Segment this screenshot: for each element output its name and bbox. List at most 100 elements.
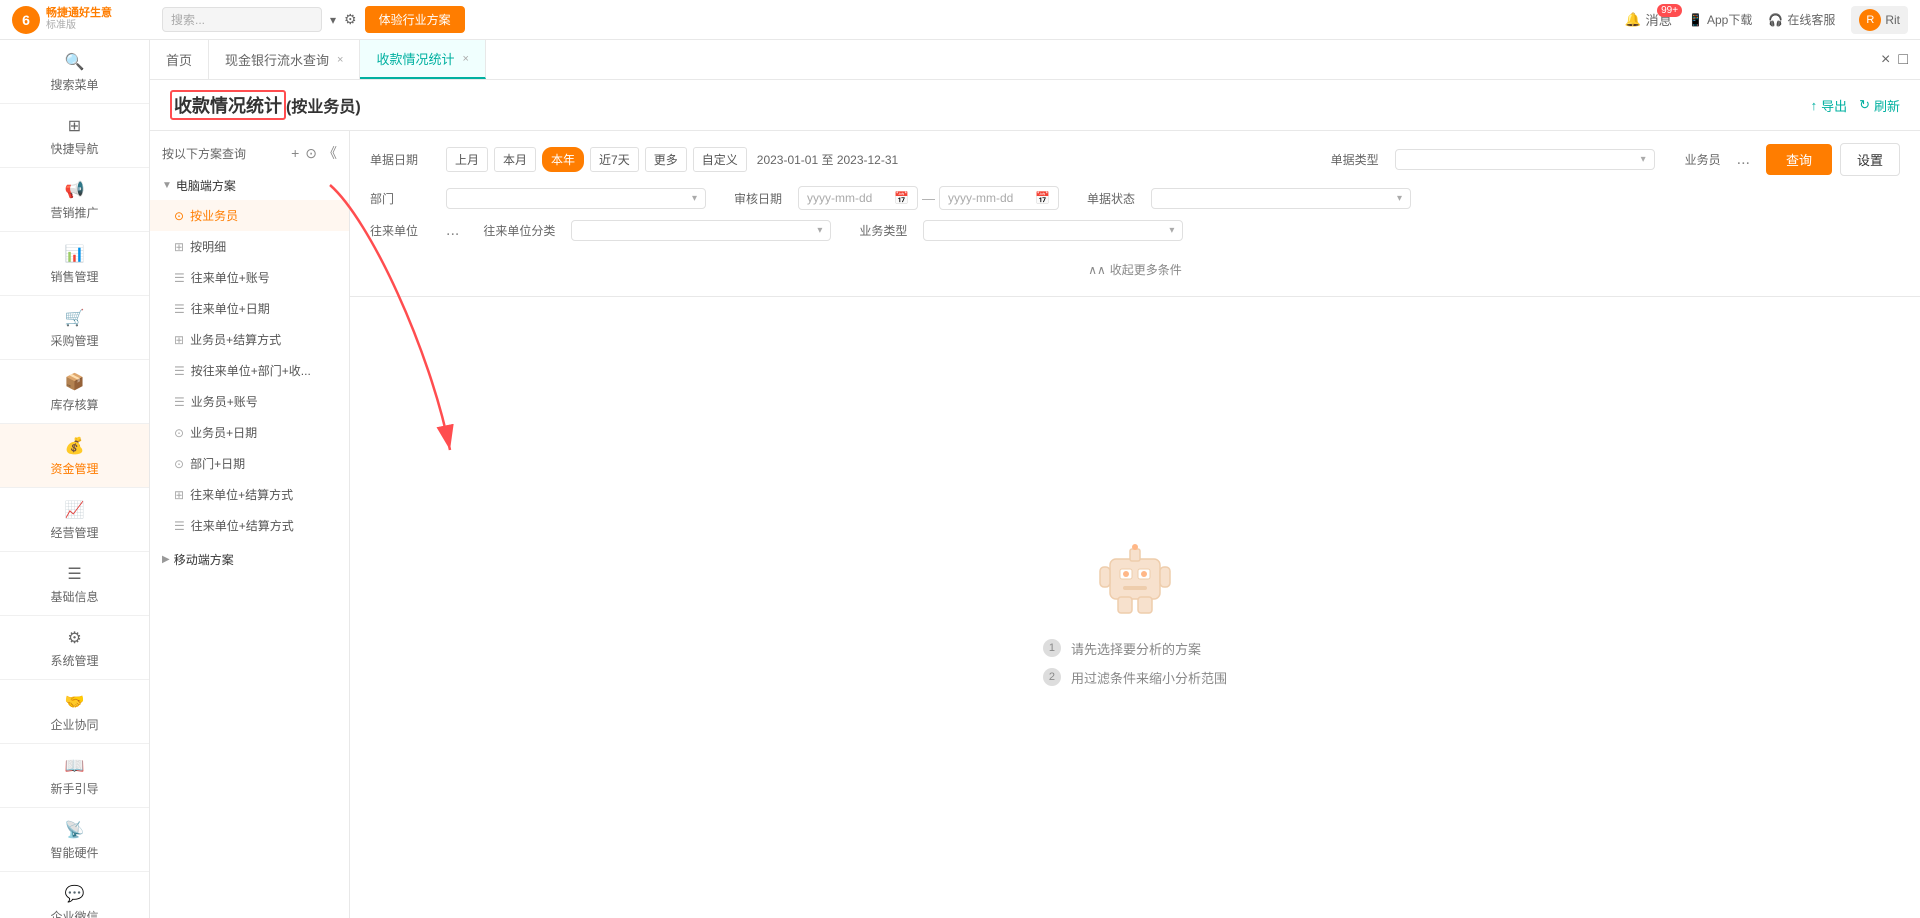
sidebar-item-sales[interactable]: 📊 销售管理 xyxy=(0,232,149,296)
trial-btn[interactable]: 体验行业方案 xyxy=(365,6,465,33)
tree-child-salesperson-date[interactable]: ⊙ 业务员+日期 xyxy=(150,417,349,448)
sidebar-item-business[interactable]: 📈 经营管理 xyxy=(0,488,149,552)
basic-info-icon: ☰ xyxy=(67,564,81,584)
tree-child-dept-date[interactable]: ⊙ 部门+日期 xyxy=(150,448,349,479)
sidebar-item-search-menu[interactable]: 🔍 搜索菜单 xyxy=(0,40,149,104)
tab-cashflow[interactable]: 现金银行流水查询 × xyxy=(209,40,360,79)
tab-cashflow-close[interactable]: × xyxy=(337,54,343,66)
date-btn-custom[interactable]: 自定义 xyxy=(693,147,747,172)
tree-parent-mobile[interactable]: ▶ 移动端方案 xyxy=(150,545,349,574)
content-area: 首页 现金银行流水查询 × 收款情况统计 × × □ 收款情况统计 (按业务员) xyxy=(150,40,1920,918)
bill-type-arrow: ▾ xyxy=(1641,154,1646,165)
dept-arrow: ▾ xyxy=(692,193,697,204)
app-download-btn[interactable]: 📱 App下载 xyxy=(1688,11,1752,28)
sidebar-item-inventory[interactable]: 📦 库存核算 xyxy=(0,360,149,424)
system-icon: ⚙ xyxy=(67,628,81,648)
date-btn-more[interactable]: 更多 xyxy=(645,147,687,172)
sidebar-item-newbie[interactable]: 📖 新手引导 xyxy=(0,744,149,808)
audit-date-start[interactable]: yyyy-mm-dd 📅 xyxy=(798,186,918,210)
audit-date-end[interactable]: yyyy-mm-dd 📅 xyxy=(939,186,1059,210)
tab-right-actions: × □ xyxy=(1869,51,1920,69)
tab-receipts[interactable]: 收款情况统计 × xyxy=(360,40,485,79)
filter-row-3: 往来单位 ... 往来单位分类 ▾ 业务类型 ▾ xyxy=(370,220,1900,241)
tab-win-max-btn[interactable]: □ xyxy=(1898,51,1908,69)
by-detail-label: 按明细 xyxy=(190,238,226,255)
tree-arrow-desktop: ▼ xyxy=(162,180,172,191)
sidebar-item-label-business: 经营管理 xyxy=(50,524,98,541)
tab-receipts-close[interactable]: × xyxy=(462,53,468,65)
salesperson-ellipsis-btn[interactable]: ... xyxy=(1737,151,1750,169)
salesperson-account-label: 业务员+账号 xyxy=(191,393,258,410)
sidebar-item-smart-hw[interactable]: 📡 智能硬件 xyxy=(0,808,149,872)
tree-child-by-salesperson[interactable]: ⊙ 按业务员 xyxy=(150,200,349,231)
tree-parent-desktop[interactable]: ▼ 电脑端方案 xyxy=(150,171,349,200)
sales-icon: 📊 xyxy=(65,244,85,264)
refresh-btn[interactable]: ↻ 刷新 xyxy=(1859,96,1900,115)
sidebar-item-finance[interactable]: 💰 资金管理 xyxy=(0,424,149,488)
business-type-select[interactable]: ▾ xyxy=(923,220,1183,241)
partner-category-select[interactable]: ▾ xyxy=(571,220,831,241)
dept-date-icon: ⊙ xyxy=(174,457,184,471)
app-logo: 6 xyxy=(12,6,40,34)
panel-collapse-btn[interactable]: 《 xyxy=(323,143,337,163)
export-icon: ↑ xyxy=(1811,98,1818,113)
audit-date-group: yyyy-mm-dd 📅 — yyyy-mm-dd 📅 xyxy=(798,186,1059,210)
sidebar-item-purchase[interactable]: 🛒 采购管理 xyxy=(0,296,149,360)
unit-date-label: 往来单位+日期 xyxy=(191,300,270,317)
tab-bar: 首页 现金银行流水查询 × 收款情况统计 × × □ xyxy=(150,40,1920,80)
sidebar-item-basic-info[interactable]: ☰ 基础信息 xyxy=(0,552,149,616)
tree-child-salesperson-settle[interactable]: ⊞ 业务员+结算方式 xyxy=(150,324,349,355)
sidebar-item-label-search-menu: 搜索菜单 xyxy=(50,76,98,93)
user-name: Rit xyxy=(1885,13,1900,27)
date-btn-7days[interactable]: 近7天 xyxy=(590,147,639,172)
date-btn-this-year[interactable]: 本年 xyxy=(542,147,584,172)
tab-win-close-btn[interactable]: × xyxy=(1881,51,1890,69)
collapse-btn[interactable]: ∧∧ 收起更多条件 xyxy=(1088,255,1182,284)
corp-icon: 🤝 xyxy=(65,692,85,712)
dept-select[interactable]: ▾ xyxy=(446,188,706,209)
partner-ellipsis-btn[interactable]: ... xyxy=(446,222,459,240)
panel-add-btn[interactable]: + xyxy=(291,143,299,163)
top-header: 6 畅捷通好生意 标准版 搜索... ▾ ⚙ 体验行业方案 🔔 消息 99+ 📱… xyxy=(0,0,1920,40)
tree-child-by-detail[interactable]: ⊞ 按明细 xyxy=(150,231,349,262)
sidebar-item-label-inventory: 库存核算 xyxy=(50,396,98,413)
header-user[interactable]: R Rit xyxy=(1851,6,1908,34)
notification-btn[interactable]: 🔔 消息 99+ xyxy=(1625,10,1672,29)
header-dropdown-btn[interactable]: ▾ xyxy=(330,13,336,27)
query-btn[interactable]: 查询 xyxy=(1766,144,1832,175)
audit-date-end-placeholder: yyyy-mm-dd xyxy=(948,191,1013,205)
tree-child-unit-settle1[interactable]: ⊞ 往来单位+结算方式 xyxy=(150,479,349,510)
date-btn-this-month[interactable]: 本月 xyxy=(494,147,536,172)
sidebar-item-system[interactable]: ⚙ 系统管理 xyxy=(0,616,149,680)
tree-child-unit-settle2[interactable]: ☰ 往来单位+结算方式 xyxy=(150,510,349,541)
bill-type-select[interactable]: ▾ xyxy=(1395,149,1655,170)
tree-child-unit-date[interactable]: ☰ 往来单位+日期 xyxy=(150,293,349,324)
tree-child-unit-dept[interactable]: ☰ 按往来单位+部门+收... xyxy=(150,355,349,386)
tab-home[interactable]: 首页 xyxy=(150,40,209,79)
sidebar-item-corp[interactable]: 🤝 企业协同 xyxy=(0,680,149,744)
header-center: 搜索... ▾ ⚙ 体验行业方案 xyxy=(162,6,1625,33)
step-1-num: 1 xyxy=(1043,639,1061,657)
sidebar-item-quick-nav[interactable]: ⊞ 快捷导航 xyxy=(0,104,149,168)
bill-status-select[interactable]: ▾ xyxy=(1151,188,1411,209)
quick-nav-icon: ⊞ xyxy=(68,116,81,136)
panel-settings-btn[interactable]: ⊙ xyxy=(305,143,317,163)
step-2-num: 2 xyxy=(1043,668,1061,686)
online-service-btn[interactable]: 🎧 在线客服 xyxy=(1768,11,1835,28)
sidebar-item-wechat[interactable]: 💬 企业微信 xyxy=(0,872,149,918)
export-btn[interactable]: ↑ 导出 xyxy=(1811,96,1848,115)
inventory-icon: 📦 xyxy=(65,372,85,392)
tree-child-salesperson-account[interactable]: ☰ 业务员+账号 xyxy=(150,386,349,417)
empty-step-1: 1 请先选择要分析的方案 xyxy=(1043,639,1201,658)
salesperson-date-icon: ⊙ xyxy=(174,426,184,440)
tree-child-unit-account[interactable]: ☰ 往来单位+账号 xyxy=(150,262,349,293)
header-gear-btn[interactable]: ⚙ xyxy=(344,11,357,28)
sidebar-item-marketing[interactable]: 📢 营销推广 xyxy=(0,168,149,232)
filter-row1-actions: 查询 设置 xyxy=(1766,143,1900,176)
tab-cashflow-label: 现金银行流水查询 xyxy=(225,50,329,69)
date-btn-last-month[interactable]: 上月 xyxy=(446,147,488,172)
settings-btn[interactable]: 设置 xyxy=(1840,143,1900,176)
step-2-text: 用过滤条件来缩小分析范围 xyxy=(1071,668,1227,687)
unit-dept-icon: ☰ xyxy=(174,364,185,378)
tree-desktop-label: 电脑端方案 xyxy=(176,177,236,194)
